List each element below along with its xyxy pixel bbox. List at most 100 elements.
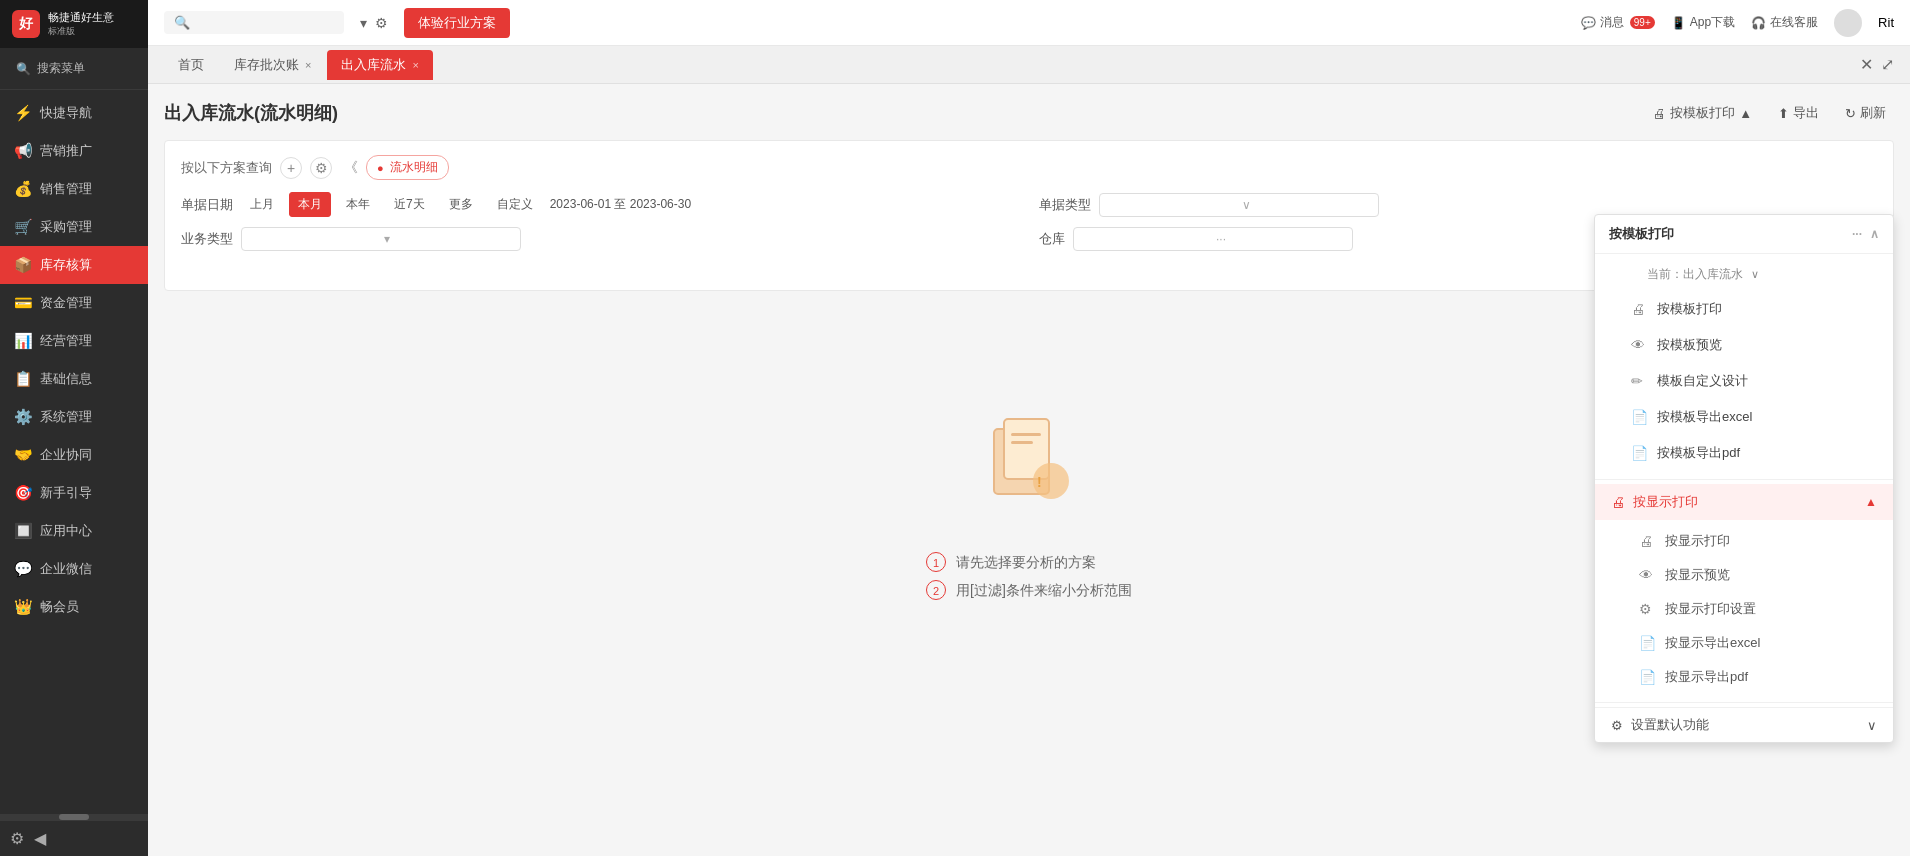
- tab-home[interactable]: 首页: [164, 50, 218, 80]
- collapse-sidebar-button[interactable]: ◀: [34, 829, 46, 848]
- basics-icon: 📋: [14, 370, 32, 388]
- sidebar-item-member[interactable]: 👑 畅会员: [0, 588, 148, 626]
- export-button[interactable]: ⬆ 导出: [1770, 100, 1827, 126]
- dropdown-current-label[interactable]: 当前：出入库流水 ∨: [1595, 258, 1893, 291]
- user-avatar[interactable]: [1834, 9, 1862, 37]
- sidebar-item-finance[interactable]: 💳 资金管理: [0, 284, 148, 322]
- dropdown-template-custom-design[interactable]: ✏ 模板自定义设计: [1595, 363, 1893, 399]
- search-icon: 🔍: [16, 62, 31, 76]
- date-filter-this-month[interactable]: 本月: [289, 192, 331, 217]
- date-filter-more[interactable]: 更多: [440, 192, 482, 217]
- empty-state-icon: !: [979, 409, 1079, 528]
- search-menu-button[interactable]: 🔍 搜索菜单: [10, 56, 138, 81]
- sidebar-item-operations[interactable]: 📊 经营管理: [0, 322, 148, 360]
- sidebar-navigation: ⚡ 快捷导航 📢 营销推广 💰 销售管理 🛒 采购管理 📦 库存核算 💳 资金管…: [0, 90, 148, 814]
- date-field-label: 单据日期: [181, 196, 233, 214]
- page-title-bar: 出入库流水(流水明细) 🖨 按模板打印 ▲ ⬆ 导出 ↻ 刷新: [164, 100, 1894, 126]
- tabs-bar: 首页 库存批次账 × 出入库流水 × ✕ ⤢: [148, 46, 1910, 84]
- dropdown-display-preview[interactable]: 👁 按显示预览: [1595, 558, 1893, 592]
- dropdown-template-preview[interactable]: 👁 按模板预览: [1595, 327, 1893, 363]
- print-icon: 🖨: [1631, 301, 1647, 317]
- refresh-button[interactable]: ↻ 刷新: [1837, 100, 1894, 126]
- active-filter-tag[interactable]: ● 流水明细: [366, 155, 449, 180]
- sidebar-item-basics[interactable]: 📋 基础信息: [0, 360, 148, 398]
- logo-icon: 好: [12, 10, 40, 38]
- dropdown-template-export-excel[interactable]: 📄 按模板导出excel: [1595, 399, 1893, 435]
- sidebar-item-wechat[interactable]: 💬 企业微信: [0, 550, 148, 588]
- tab-flow[interactable]: 出入库流水 ×: [327, 50, 432, 80]
- settings-button[interactable]: ⚙: [10, 829, 24, 848]
- app-download-button[interactable]: 📱 App下载: [1671, 14, 1735, 31]
- date-filter-last-month[interactable]: 上月: [241, 192, 283, 217]
- date-filter-this-year[interactable]: 本年: [337, 192, 379, 217]
- dropdown-display-export-pdf[interactable]: 📄 按显示导出pdf: [1595, 660, 1893, 694]
- refresh-icon: ↻: [1845, 106, 1856, 121]
- tab-batch[interactable]: 库存批次账 ×: [220, 50, 325, 80]
- sidebar-item-cooperation[interactable]: 🤝 企业协同: [0, 436, 148, 474]
- dropdown-display-section-header[interactable]: 🖨 按显示打印 ▲: [1595, 484, 1893, 520]
- window-expand-button[interactable]: ⤢: [1881, 55, 1894, 74]
- template-print-button[interactable]: 🖨 按模板打印 ▲: [1645, 100, 1760, 126]
- sidebar-item-label: 资金管理: [40, 294, 92, 312]
- dropdown-item-label: 按模板导出excel: [1657, 408, 1752, 426]
- sales-icon: 💰: [14, 180, 32, 198]
- filter-add-button[interactable]: +: [280, 157, 302, 179]
- dropdown-current-chevron-icon: ∨: [1751, 268, 1759, 281]
- date-filter-7days[interactable]: 近7天: [385, 192, 434, 217]
- tab-flow-label: 出入库流水: [341, 56, 406, 74]
- tab-flow-close-icon[interactable]: ×: [412, 59, 418, 71]
- sidebar-item-inventory[interactable]: 📦 库存核算: [0, 246, 148, 284]
- dropdown-chevron-icon[interactable]: ▾: [360, 15, 367, 31]
- dropdown-item-label: 按模板预览: [1657, 336, 1722, 354]
- dropdown-more-button[interactable]: ···: [1852, 227, 1862, 241]
- sidebar-item-label: 经营管理: [40, 332, 92, 350]
- topbar-search-box[interactable]: 🔍: [164, 11, 344, 34]
- hint2-number: 2: [926, 580, 946, 600]
- date-filter-group: 单据日期 上月 本月 本年 近7天 更多 自定义 2023-06-01 至 20…: [181, 192, 1019, 217]
- topbar-search-input[interactable]: [196, 16, 316, 30]
- main-content: 🔍 ▾ ⚙ 体验行业方案 💬 消息 99+ 📱 App下载 🎧 在线客服 Rit: [148, 0, 1910, 856]
- business-type-select[interactable]: ▾: [241, 227, 521, 251]
- filter-collapse-button[interactable]: 《: [344, 159, 358, 177]
- date-filter-custom[interactable]: 自定义: [488, 192, 542, 217]
- sidebar-item-guide[interactable]: 🎯 新手引导: [0, 474, 148, 512]
- print-icon: 🖨: [1653, 106, 1666, 121]
- sidebar-item-label: 快捷导航: [40, 104, 92, 122]
- warehouse-select[interactable]: ···: [1073, 227, 1353, 251]
- pdf-icon: 📄: [1631, 445, 1647, 461]
- sidebar-item-system[interactable]: ⚙️ 系统管理: [0, 398, 148, 436]
- sidebar-item-purchase[interactable]: 🛒 采购管理: [0, 208, 148, 246]
- sidebar-item-sales[interactable]: 💰 销售管理: [0, 170, 148, 208]
- warehouse-more-icon: ···: [1216, 232, 1342, 246]
- sidebar-search-area[interactable]: 🔍 搜索菜单: [0, 48, 148, 90]
- window-close-button[interactable]: ✕: [1860, 55, 1873, 74]
- voucher-type-select[interactable]: ∨: [1099, 193, 1379, 217]
- message-icon: 💬: [1581, 16, 1596, 30]
- sidebar-item-marketing[interactable]: 📢 营销推广: [0, 132, 148, 170]
- sidebar-item-app-center[interactable]: 🔲 应用中心: [0, 512, 148, 550]
- dropdown-collapse-button[interactable]: ∧: [1870, 227, 1879, 241]
- dropdown-template-print[interactable]: 🖨 按模板打印: [1595, 291, 1893, 327]
- business-type-label: 业务类型: [181, 230, 233, 248]
- sidebar-item-label: 基础信息: [40, 370, 92, 388]
- dropdown-template-export-pdf[interactable]: 📄 按模板导出pdf: [1595, 435, 1893, 471]
- industry-solution-button[interactable]: 体验行业方案: [404, 8, 510, 38]
- quick-nav-icon: ⚡: [14, 104, 32, 122]
- dropdown-display-print[interactable]: 🖨 按显示打印: [1595, 524, 1893, 558]
- messages-button[interactable]: 💬 消息 99+: [1581, 14, 1655, 31]
- sidebar-item-quick-nav[interactable]: ⚡ 快捷导航: [0, 94, 148, 132]
- svg-text:!: !: [1037, 474, 1042, 490]
- tab-batch-close-icon[interactable]: ×: [305, 59, 311, 71]
- online-service-button[interactable]: 🎧 在线客服: [1751, 14, 1818, 31]
- headset-icon: 🎧: [1751, 16, 1766, 30]
- dropdown-display-print-settings[interactable]: ⚙ 按显示打印设置: [1595, 592, 1893, 626]
- template-print-label: 按模板打印: [1670, 104, 1735, 122]
- dropdown-display-export-excel[interactable]: 📄 按显示导出excel: [1595, 626, 1893, 660]
- topbar-settings-icon[interactable]: ⚙: [375, 15, 388, 31]
- dropdown-header: 按模板打印 ··· ∧: [1595, 215, 1893, 254]
- filter-settings-button[interactable]: ⚙: [310, 157, 332, 179]
- wechat-icon: 💬: [14, 560, 32, 578]
- dropdown-item-label: 按显示预览: [1665, 566, 1730, 584]
- cooperation-icon: 🤝: [14, 446, 32, 464]
- dropdown-footer[interactable]: ⚙ 设置默认功能 ∨: [1595, 707, 1893, 742]
